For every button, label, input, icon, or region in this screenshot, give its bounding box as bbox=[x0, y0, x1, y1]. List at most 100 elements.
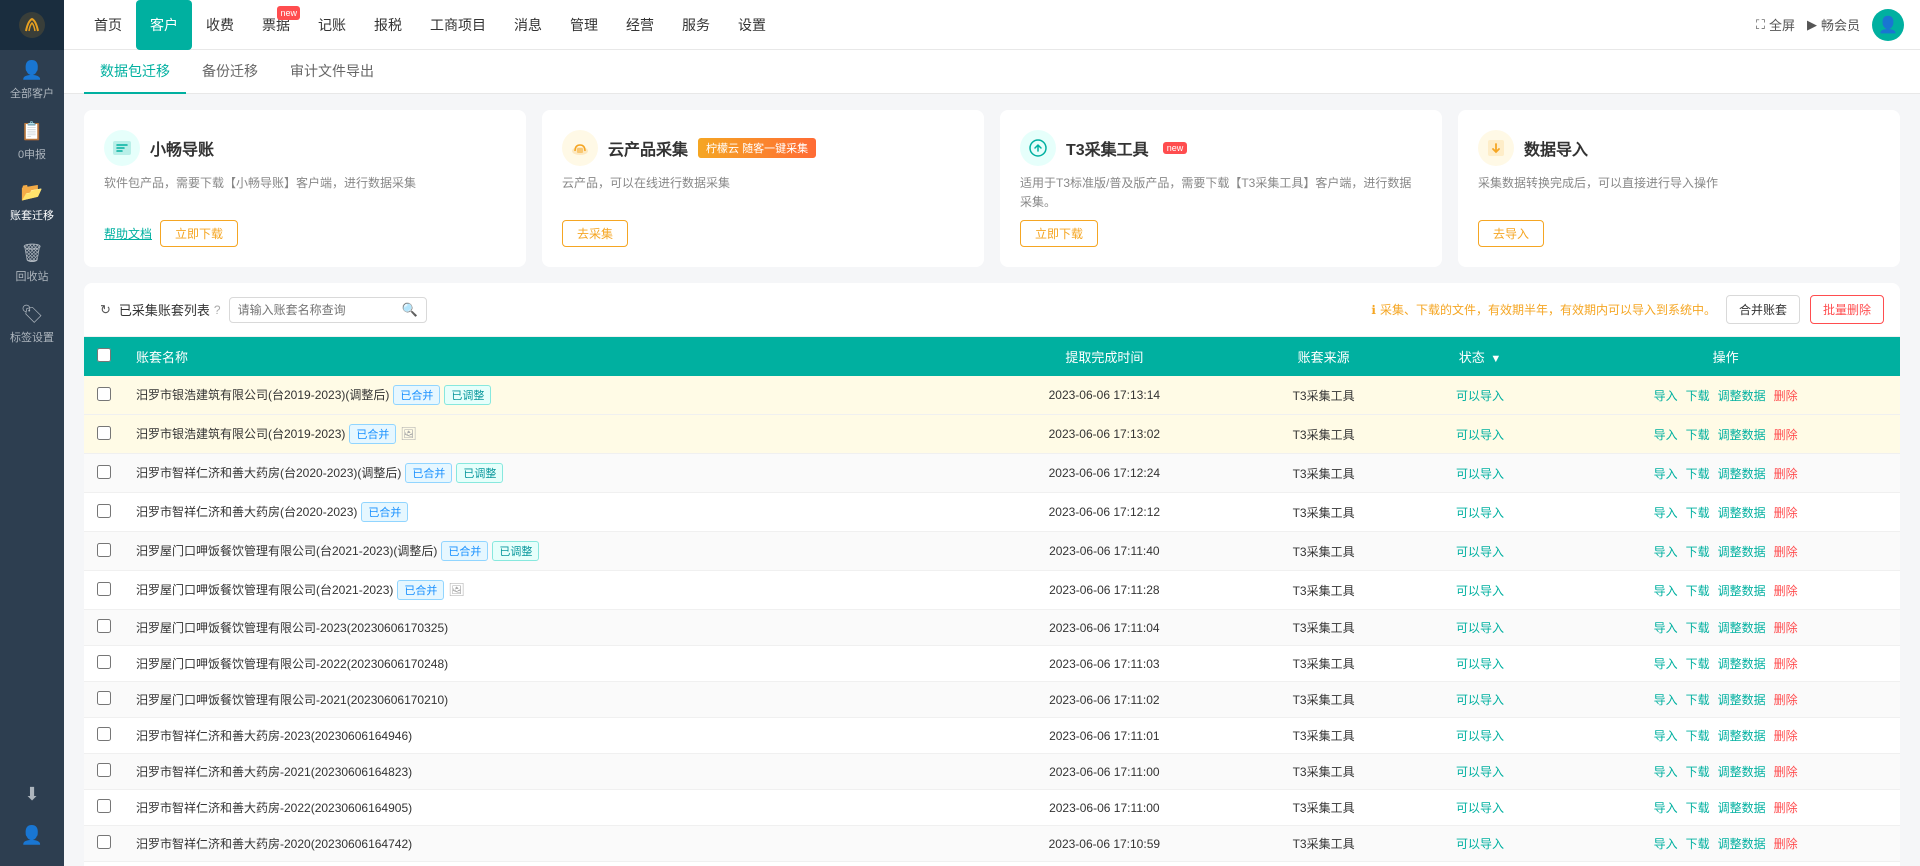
action-下载[interactable]: 下载 bbox=[1686, 693, 1710, 707]
action-导入[interactable]: 导入 bbox=[1654, 801, 1678, 815]
row-checkbox[interactable] bbox=[97, 799, 111, 813]
action-调整数据[interactable]: 调整数据 bbox=[1718, 584, 1766, 598]
row-checkbox[interactable] bbox=[97, 619, 111, 633]
action-删除[interactable]: 删除 bbox=[1774, 545, 1798, 559]
action-删除[interactable]: 删除 bbox=[1774, 729, 1798, 743]
row-checkbox[interactable] bbox=[97, 465, 111, 479]
action-删除[interactable]: 删除 bbox=[1774, 765, 1798, 779]
batch-delete-button[interactable]: 批量删除 bbox=[1810, 295, 1884, 324]
tab-backup-migration[interactable]: 备份迁移 bbox=[186, 50, 274, 94]
row-checkbox[interactable] bbox=[97, 426, 111, 440]
action-删除[interactable]: 删除 bbox=[1774, 584, 1798, 598]
action-删除[interactable]: 删除 bbox=[1774, 467, 1798, 481]
action-下载[interactable]: 下载 bbox=[1686, 428, 1710, 442]
status-filter-icon[interactable]: ▼ bbox=[1490, 353, 1501, 365]
download-now-button[interactable]: 立即下载 bbox=[160, 220, 238, 247]
nav-customer[interactable]: 客户 bbox=[136, 0, 192, 50]
row-checkbox[interactable] bbox=[97, 763, 111, 777]
action-调整数据[interactable]: 调整数据 bbox=[1718, 837, 1766, 851]
action-下载[interactable]: 下载 bbox=[1686, 506, 1710, 520]
sidebar-item-zero-report[interactable]: 📋 0申报 bbox=[0, 111, 64, 172]
sidebar-item-user-bottom[interactable]: 👤 bbox=[0, 815, 64, 856]
tab-data-migration[interactable]: 数据包迁移 bbox=[84, 50, 186, 94]
action-删除[interactable]: 删除 bbox=[1774, 693, 1798, 707]
nav-settings[interactable]: 设置 bbox=[724, 0, 780, 50]
action-下载[interactable]: 下载 bbox=[1686, 467, 1710, 481]
action-下载[interactable]: 下载 bbox=[1686, 621, 1710, 635]
t3-download-button[interactable]: 立即下载 bbox=[1020, 220, 1098, 247]
row-checkbox[interactable] bbox=[97, 543, 111, 557]
row-checkbox[interactable] bbox=[97, 387, 111, 401]
go-collect-button[interactable]: 去采集 bbox=[562, 220, 628, 247]
sidebar-item-tag-settings[interactable]: 🏷 标签设置 bbox=[0, 294, 64, 355]
action-调整数据[interactable]: 调整数据 bbox=[1718, 729, 1766, 743]
action-调整数据[interactable]: 调整数据 bbox=[1718, 765, 1766, 779]
nav-manage[interactable]: 管理 bbox=[556, 0, 612, 50]
row-checkbox[interactable] bbox=[97, 727, 111, 741]
action-调整数据[interactable]: 调整数据 bbox=[1718, 545, 1766, 559]
action-调整数据[interactable]: 调整数据 bbox=[1718, 657, 1766, 671]
action-下载[interactable]: 下载 bbox=[1686, 545, 1710, 559]
sidebar-item-download[interactable]: ⬇ bbox=[0, 774, 64, 815]
action-下载[interactable]: 下载 bbox=[1686, 837, 1710, 851]
tab-audit-export[interactable]: 审计文件导出 bbox=[274, 50, 390, 94]
row-checkbox[interactable] bbox=[97, 504, 111, 518]
action-导入[interactable]: 导入 bbox=[1654, 621, 1678, 635]
action-导入[interactable]: 导入 bbox=[1654, 467, 1678, 481]
action-调整数据[interactable]: 调整数据 bbox=[1718, 467, 1766, 481]
row-checkbox[interactable] bbox=[97, 655, 111, 669]
action-导入[interactable]: 导入 bbox=[1654, 837, 1678, 851]
action-调整数据[interactable]: 调整数据 bbox=[1718, 693, 1766, 707]
action-下载[interactable]: 下载 bbox=[1686, 657, 1710, 671]
action-调整数据[interactable]: 调整数据 bbox=[1718, 801, 1766, 815]
search-input[interactable] bbox=[238, 303, 398, 317]
nav-service[interactable]: 服务 bbox=[668, 0, 724, 50]
search-icon[interactable]: 🔍 bbox=[402, 302, 418, 318]
sidebar-item-recycle[interactable]: 🗑 回收站 bbox=[0, 233, 64, 294]
action-删除[interactable]: 删除 bbox=[1774, 621, 1798, 635]
action-导入[interactable]: 导入 bbox=[1654, 729, 1678, 743]
go-import-button[interactable]: 去导入 bbox=[1478, 220, 1544, 247]
action-下载[interactable]: 下载 bbox=[1686, 765, 1710, 779]
nav-tax[interactable]: 报税 bbox=[360, 0, 416, 50]
action-下载[interactable]: 下载 bbox=[1686, 389, 1710, 403]
sidebar-item-all-clients[interactable]: 👤 全部客户 bbox=[0, 50, 64, 111]
nav-home[interactable]: 首页 bbox=[80, 0, 136, 50]
action-下载[interactable]: 下载 bbox=[1686, 801, 1710, 815]
nav-account[interactable]: 记账 bbox=[304, 0, 360, 50]
action-导入[interactable]: 导入 bbox=[1654, 389, 1678, 403]
action-删除[interactable]: 删除 bbox=[1774, 837, 1798, 851]
help-doc-link[interactable]: 帮助文档 bbox=[104, 225, 152, 242]
action-调整数据[interactable]: 调整数据 bbox=[1718, 389, 1766, 403]
vip-button[interactable]: ▶ 畅会员 bbox=[1807, 15, 1860, 34]
action-导入[interactable]: 导入 bbox=[1654, 657, 1678, 671]
select-all-checkbox[interactable] bbox=[97, 348, 111, 362]
action-删除[interactable]: 删除 bbox=[1774, 657, 1798, 671]
sidebar-item-account-transfer[interactable]: 📂 账套迁移 bbox=[0, 172, 64, 233]
action-下载[interactable]: 下载 bbox=[1686, 584, 1710, 598]
action-导入[interactable]: 导入 bbox=[1654, 693, 1678, 707]
action-调整数据[interactable]: 调整数据 bbox=[1718, 428, 1766, 442]
nav-ops[interactable]: 经营 bbox=[612, 0, 668, 50]
action-下载[interactable]: 下载 bbox=[1686, 729, 1710, 743]
nav-fee[interactable]: 收费 bbox=[192, 0, 248, 50]
action-删除[interactable]: 删除 bbox=[1774, 506, 1798, 520]
action-删除[interactable]: 删除 bbox=[1774, 389, 1798, 403]
nav-msg[interactable]: 消息 bbox=[500, 0, 556, 50]
nav-biz[interactable]: 工商项目 bbox=[416, 0, 500, 50]
action-导入[interactable]: 导入 bbox=[1654, 428, 1678, 442]
row-checkbox[interactable] bbox=[97, 691, 111, 705]
action-调整数据[interactable]: 调整数据 bbox=[1718, 506, 1766, 520]
action-调整数据[interactable]: 调整数据 bbox=[1718, 621, 1766, 635]
refresh-icon[interactable]: ↻ bbox=[100, 302, 111, 318]
row-checkbox[interactable] bbox=[97, 582, 111, 596]
avatar[interactable]: 👤 bbox=[1872, 9, 1904, 41]
action-导入[interactable]: 导入 bbox=[1654, 506, 1678, 520]
nav-invoice[interactable]: 票据 new bbox=[248, 0, 304, 50]
help-icon[interactable]: ? bbox=[214, 303, 221, 317]
row-checkbox[interactable] bbox=[97, 835, 111, 849]
action-导入[interactable]: 导入 bbox=[1654, 545, 1678, 559]
action-删除[interactable]: 删除 bbox=[1774, 801, 1798, 815]
action-删除[interactable]: 删除 bbox=[1774, 428, 1798, 442]
action-导入[interactable]: 导入 bbox=[1654, 584, 1678, 598]
